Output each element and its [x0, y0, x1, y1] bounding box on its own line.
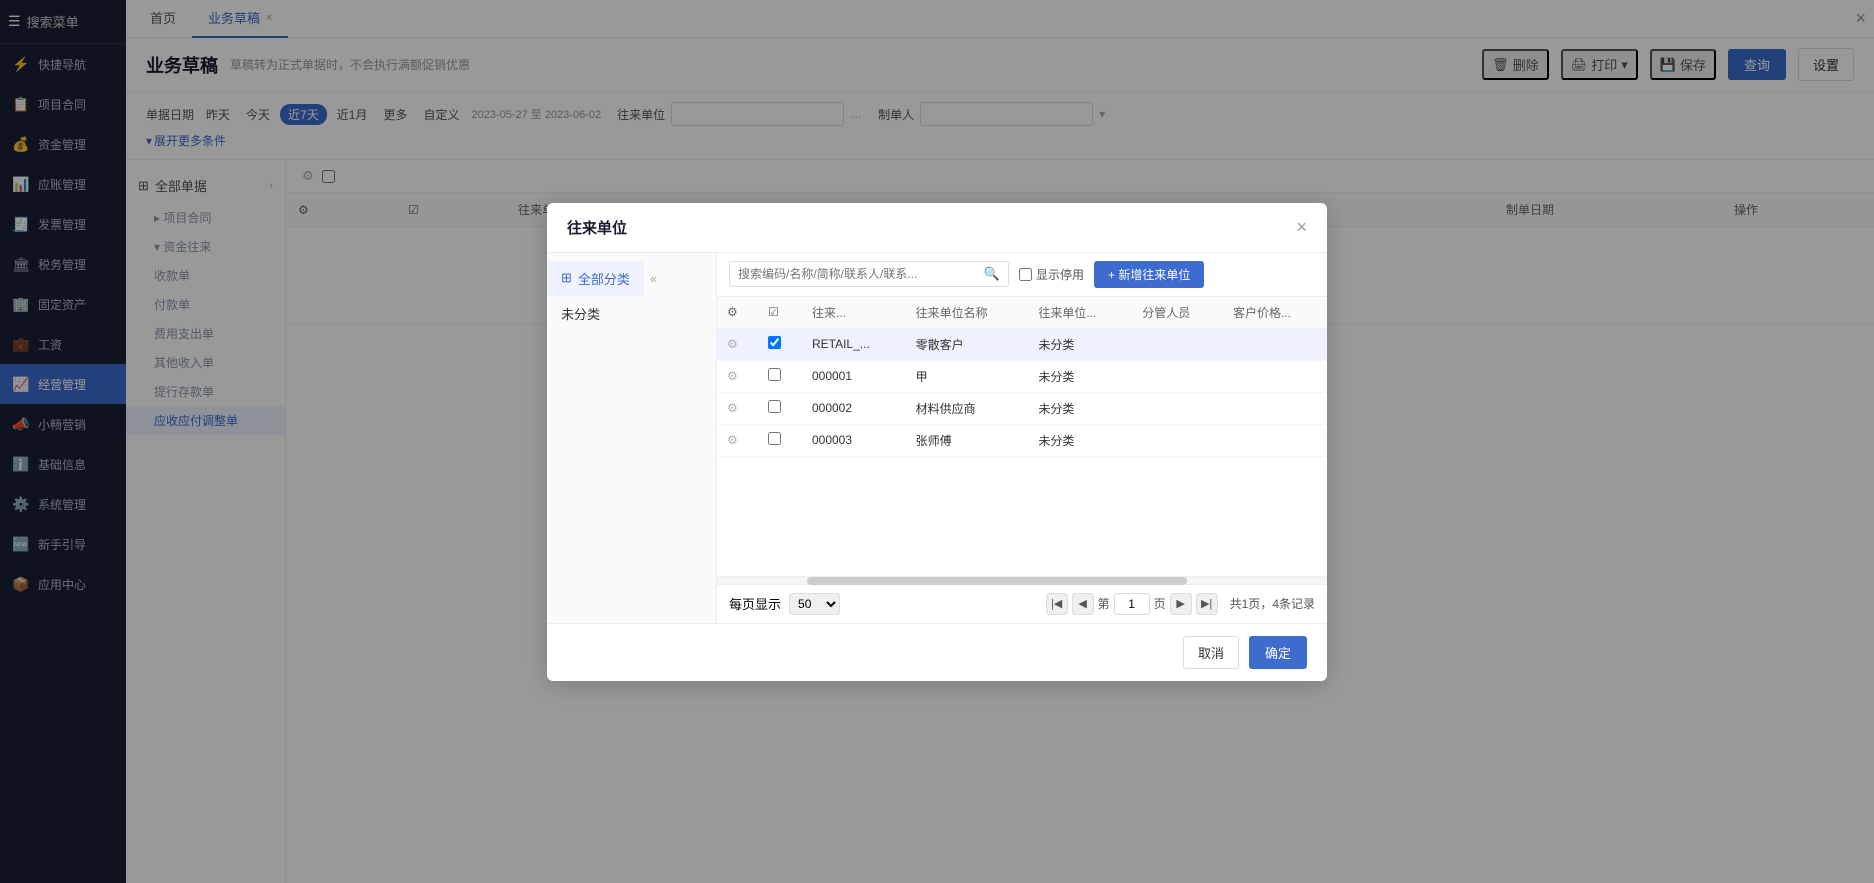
col-code: 往来... — [802, 297, 906, 329]
dialog-sidebar-unclassified[interactable]: 未分类 — [547, 296, 716, 331]
dialog-table: ⚙ ☑ 往来... 往来单位名称 往来单位... 分管人员 客户价格... — [717, 297, 1327, 576]
row-checkbox[interactable] — [758, 424, 802, 456]
table-row[interactable]: ⚙ 000003 张师傅 未分类 — [717, 424, 1327, 456]
row-code: 000002 — [802, 392, 906, 424]
row-name: 甲 — [906, 360, 1029, 392]
col-manager: 分管人员 — [1132, 297, 1223, 329]
row-checkbox[interactable] — [758, 392, 802, 424]
first-page-button[interactable]: |◀ — [1046, 593, 1068, 615]
row-manager — [1132, 360, 1223, 392]
row-type: 未分类 — [1028, 328, 1132, 360]
row-type: 未分类 — [1028, 424, 1132, 456]
prev-page-button[interactable]: ◀ — [1072, 593, 1094, 615]
dialog-toolbar: 🔍 显示停用 + 新增往来单位 — [717, 253, 1327, 297]
table-row[interactable]: ⚙ 000002 材料供应商 未分类 — [717, 392, 1327, 424]
per-page-select[interactable]: 50 100 200 — [789, 593, 840, 615]
scrollbar-area — [717, 576, 1327, 584]
dialog-sidebar-all[interactable]: ⊞ 全部分类 — [547, 261, 644, 296]
row-gear: ⚙ — [717, 424, 758, 456]
total-label: 共1页，4条记录 — [1230, 595, 1315, 612]
dialog-header: 往来单位 × — [547, 203, 1327, 253]
show-disabled-checkbox-label[interactable]: 显示停用 — [1019, 266, 1084, 283]
page-label: 第 — [1098, 595, 1110, 612]
row-price — [1223, 424, 1327, 456]
confirm-button[interactable]: 确定 — [1249, 636, 1307, 669]
search-icon: 🔍 — [984, 266, 1000, 282]
row-type: 未分类 — [1028, 360, 1132, 392]
row-manager — [1132, 392, 1223, 424]
search-box: 🔍 — [729, 261, 1009, 287]
dialog-actions: 取消 确定 — [547, 623, 1327, 681]
page-suffix: 页 — [1154, 595, 1166, 612]
row-name: 零散客户 — [906, 328, 1029, 360]
row-price — [1223, 328, 1327, 360]
dialog-sidebar-header: ⊞ 全部分类 « — [547, 261, 716, 296]
next-page-button[interactable]: ▶ — [1170, 593, 1192, 615]
row-name: 材料供应商 — [906, 392, 1029, 424]
dialog-sidebar: ⊞ 全部分类 « 未分类 — [547, 253, 717, 623]
pagination: |◀ ◀ 第 页 ▶ ▶| 共1页，4条记录 — [1046, 593, 1315, 615]
dialog-content: 🔍 显示停用 + 新增往来单位 ⚙ ☑ — [717, 253, 1327, 623]
col-gear: ⚙ — [717, 297, 758, 329]
dialog-footer: 每页显示 50 100 200 |◀ ◀ 第 页 ▶ ▶| 共1页， — [717, 584, 1327, 623]
partner-dialog: 往来单位 × ⊞ 全部分类 « 未分类 — [547, 203, 1327, 681]
row-code: 000003 — [802, 424, 906, 456]
row-checkbox[interactable] — [758, 360, 802, 392]
row-price — [1223, 360, 1327, 392]
row-code: 000001 — [802, 360, 906, 392]
col-type-header: 往来单位... — [1028, 297, 1132, 329]
row-gear: ⚙ — [717, 392, 758, 424]
row-manager — [1132, 424, 1223, 456]
row-code: RETAIL_... — [802, 328, 906, 360]
last-page-button[interactable]: ▶| — [1196, 593, 1218, 615]
add-partner-button[interactable]: + 新增往来单位 — [1094, 261, 1204, 288]
col-price: 客户价格... — [1223, 297, 1327, 329]
col-check: ☑ — [758, 297, 802, 329]
table-row[interactable]: ⚙ 000001 甲 未分类 — [717, 360, 1327, 392]
table-row[interactable]: ⚙ RETAIL_... 零散客户 未分类 — [717, 328, 1327, 360]
cancel-button[interactable]: 取消 — [1183, 636, 1239, 669]
col-name: 往来单位名称 — [906, 297, 1029, 329]
dialog-title: 往来单位 — [567, 217, 627, 238]
scrollbar-thumb[interactable] — [807, 577, 1187, 585]
row-checkbox[interactable] — [758, 328, 802, 360]
show-disabled-checkbox[interactable] — [1019, 268, 1032, 281]
row-type: 未分类 — [1028, 392, 1132, 424]
grid-icon-small: ⊞ — [561, 270, 572, 286]
dialog-close-button[interactable]: × — [1296, 217, 1307, 238]
row-price — [1223, 392, 1327, 424]
dialog-body: ⊞ 全部分类 « 未分类 🔍 — [547, 253, 1327, 623]
row-name: 张师傅 — [906, 424, 1029, 456]
row-manager — [1132, 328, 1223, 360]
dialog-overlay: 往来单位 × ⊞ 全部分类 « 未分类 — [0, 0, 1874, 883]
row-gear: ⚙ — [717, 328, 758, 360]
search-input[interactable] — [738, 267, 978, 281]
page-number-input[interactable] — [1114, 593, 1150, 615]
row-gear: ⚙ — [717, 360, 758, 392]
dialog-sidebar-collapse-button[interactable]: « — [644, 263, 663, 294]
per-page-label: 每页显示 — [729, 594, 781, 613]
